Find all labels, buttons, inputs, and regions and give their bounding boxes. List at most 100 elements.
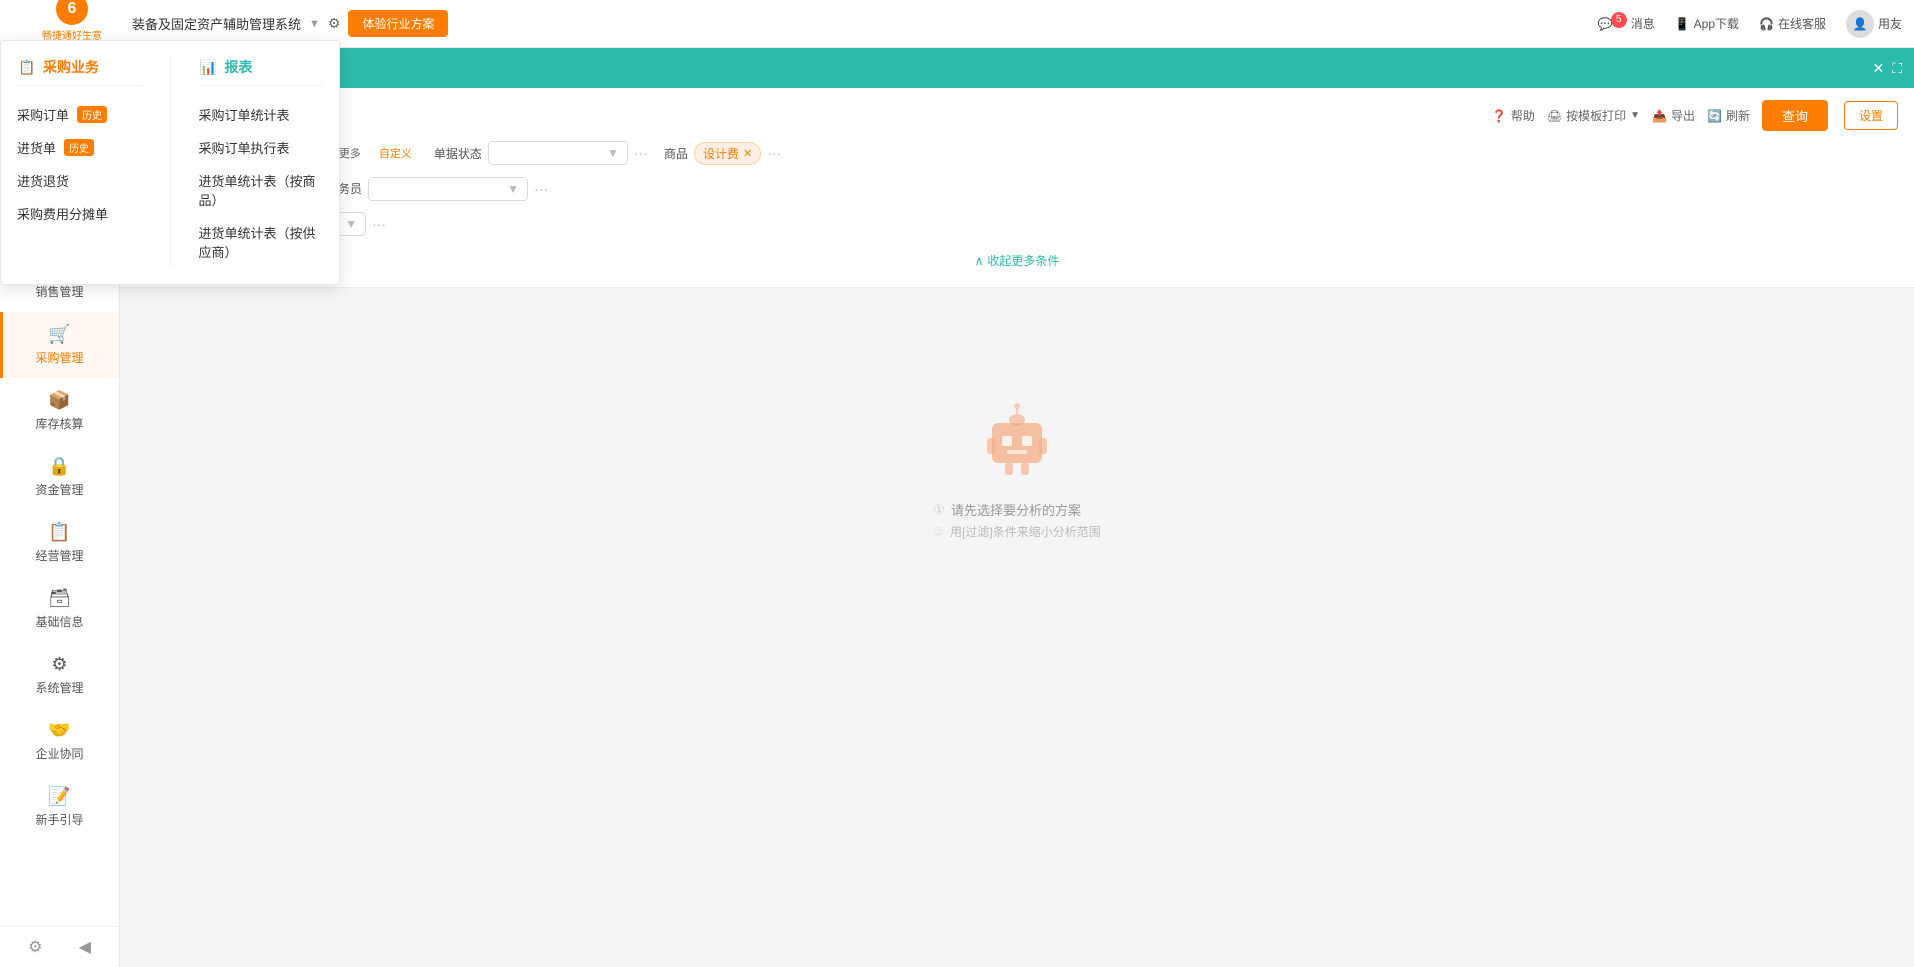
- sidebar-label-enterprise: 企业协同: [35, 745, 83, 762]
- user-avatar: 👤: [1846, 10, 1874, 38]
- query-button[interactable]: 查询: [1762, 100, 1828, 131]
- reports-col-icon: 📊: [199, 57, 219, 77]
- collapse-sidebar-btn[interactable]: ◀: [79, 937, 91, 957]
- commodity-tag[interactable]: 设计费 ✕: [694, 142, 761, 165]
- hint1-text: 请先选择要分析的方案: [951, 500, 1081, 519]
- refresh-icon: 🔄: [1707, 109, 1722, 123]
- hint1-circle: ①: [933, 502, 945, 518]
- settings-icon[interactable]: ⚙: [328, 15, 341, 32]
- empty-state: ① 请先选择要分析的方案 ② 用[过滤]条件来缩小分析范围: [120, 288, 1914, 640]
- dropdown-purchase-receipt[interactable]: 进货单 历史: [120, 131, 142, 164]
- tab-close-window-icon[interactable]: ✕: [1872, 60, 1884, 77]
- sidebar-item-guide[interactable]: 📝 新手引导: [0, 774, 119, 840]
- setting-button[interactable]: 设置: [1844, 101, 1898, 130]
- empty-state-icon: [967, 388, 1067, 488]
- export-action[interactable]: 📤 导出: [1652, 107, 1695, 124]
- industry-btn[interactable]: 体验行业方案: [348, 10, 448, 37]
- doc-status-dots[interactable]: ···: [634, 145, 648, 161]
- salesman-filter: 业务员 ▼ ···: [326, 177, 548, 201]
- filter-toolbar: ❓ 帮助 🖨 按模板打印 ▼ 📤 导出 🔄 刷新: [136, 100, 1898, 131]
- reports-col-title-text: 报表: [225, 57, 253, 77]
- dropdown-purchase-order-stat[interactable]: 采购订单统计表: [199, 98, 324, 131]
- collapse-conditions-btn[interactable]: ∧ 收起更多条件: [136, 246, 1898, 275]
- tab-controls: ✕ ⛶: [1860, 48, 1914, 88]
- refresh-action[interactable]: 🔄 刷新: [1707, 107, 1750, 124]
- commodity-dots[interactable]: ···: [767, 145, 781, 161]
- sidebar-label-operations: 经营管理: [35, 547, 83, 564]
- commodity-tag-close[interactable]: ✕: [743, 147, 752, 160]
- app-download-action[interactable]: 📱 App下载: [1675, 15, 1739, 32]
- help-action[interactable]: ❓ 帮助: [1492, 107, 1535, 124]
- reports-col-title: 📊 报表: [199, 57, 324, 86]
- print-arrow-icon: ▼: [1630, 110, 1640, 121]
- guide-icon: 📝: [48, 786, 70, 807]
- doc-status-select[interactable]: ▼: [488, 141, 628, 165]
- headset-icon: 🎧: [1759, 17, 1774, 31]
- sidebar-label-system: 系统管理: [35, 679, 83, 696]
- sidebar-item-finance[interactable]: 🔒 资金管理: [0, 444, 119, 510]
- dropdown-receipt-stat-supplier[interactable]: 进货单统计表（按供应商）: [199, 216, 324, 268]
- purchase-icon: 🛒: [48, 324, 70, 345]
- date-custom-btn[interactable]: 自定义: [373, 143, 418, 163]
- filter-row-2: 排名项目 金额 ▼ 业务员 ▼ ···: [136, 175, 1898, 202]
- sidebar-label-guide: 新手引导: [35, 811, 83, 828]
- dropdown-purchase-return[interactable]: 进货退货: [120, 164, 142, 197]
- sidebar-item-system[interactable]: ⚙ 系统管理: [0, 642, 119, 708]
- message-label: 消息: [1631, 15, 1655, 32]
- customer-dots[interactable]: ···: [372, 216, 386, 232]
- dropdown-purchase-order-exec[interactable]: 采购订单执行表: [199, 131, 324, 164]
- enterprise-icon: 🤝: [48, 720, 70, 741]
- help-label: 帮助: [1511, 107, 1535, 124]
- salesman-dots[interactable]: ···: [534, 181, 548, 197]
- sidebar-item-purchase[interactable]: 🛒 采购管理: [0, 312, 119, 378]
- basicinfo-icon: 🗃: [48, 588, 71, 609]
- dropdown-purchase-expense[interactable]: 采购费用分摊单: [120, 197, 142, 230]
- notification-action[interactable]: 💬 5 消息: [1598, 15, 1655, 32]
- sidebar-label-basicinfo: 基础信息: [35, 613, 83, 630]
- receipt-stat-product-label: 进货单统计表（按商品）: [199, 171, 324, 209]
- salesman-select[interactable]: ▼: [368, 177, 528, 201]
- sidebar-item-enterprise[interactable]: 🤝 企业协同: [0, 708, 119, 774]
- tab-maximize-icon[interactable]: ⛶: [1892, 60, 1902, 77]
- empty-hint-1: ① 请先选择要分析的方案: [933, 500, 1100, 519]
- help-icon: ❓: [1492, 109, 1507, 123]
- doc-status-arrow: ▼: [607, 146, 619, 160]
- dropdown-divider: [170, 57, 171, 268]
- empty-hint-2: ② 用[过滤]条件来缩小分析范围: [933, 523, 1100, 540]
- print-action[interactable]: 🖨 按模板打印 ▼: [1547, 107, 1640, 124]
- customer-arrow: ▼: [345, 217, 357, 231]
- dropdown-receipt-stat-product[interactable]: 进货单统计表（按商品）: [199, 164, 324, 216]
- dropdown-purchase-order[interactable]: 采购订单 历史: [120, 98, 142, 131]
- purchase-order-exec-label: 采购订单执行表: [199, 138, 290, 157]
- sidebar-bottom: ⚙ ◀: [0, 926, 119, 967]
- purchase-col-title: 📋 采购业务: [120, 57, 142, 86]
- sidebar-label-purchase: 采购管理: [35, 349, 83, 366]
- sidebar-item-operations[interactable]: 📋 经营管理: [0, 510, 119, 576]
- system-title: 装备及固定资产辅助管理系统: [132, 14, 301, 33]
- user-action[interactable]: 👤 用友: [1846, 10, 1902, 38]
- page-content: ❓ 帮助 🖨 按模板打印 ▼ 📤 导出 🔄 刷新: [120, 88, 1914, 967]
- inventory-icon: 📦: [48, 390, 70, 411]
- settings-bottom-icon[interactable]: ⚙: [28, 937, 42, 957]
- export-icon: 📤: [1652, 109, 1667, 123]
- sidebar-label-sales: 销售管理: [35, 283, 83, 300]
- mobile-icon: 📱: [1675, 17, 1690, 31]
- doc-status-label: 单据状态: [434, 145, 482, 162]
- system-title-area: 装备及固定资产辅助管理系统 ▼ ⚙ 体验行业方案: [132, 10, 1598, 37]
- sidebar-item-inventory[interactable]: 📦 库存核算: [0, 378, 119, 444]
- filter-row-3: 客户 ▼ ···: [136, 212, 1898, 236]
- app-download-label: App下载: [1694, 15, 1739, 32]
- finance-icon: 🔒: [48, 456, 70, 477]
- logo-icon: 6: [56, 0, 88, 25]
- commodity-label: 商品: [664, 145, 688, 162]
- dropdown-columns: 📋 采购业务 采购订单 历史 进货单 历史 进货退货: [120, 57, 323, 268]
- online-service-action[interactable]: 🎧 在线客服: [1759, 15, 1826, 32]
- title-dropdown-arrow[interactable]: ▼: [309, 18, 320, 30]
- filter-area: ❓ 帮助 🖨 按模板打印 ▼ 📤 导出 🔄 刷新: [120, 88, 1914, 288]
- filter-row-1: 2024-12-31 ~ 2024-12-31 7天 更多 自定义 单据状态: [136, 141, 1898, 165]
- sidebar-item-basicinfo[interactable]: 🗃 基础信息: [0, 576, 119, 642]
- collapse-label: 收起更多条件: [987, 252, 1059, 269]
- online-service-label: 在线客服: [1778, 15, 1826, 32]
- main-layout: 🔍 搜索菜单 🏠 快捷导航 📢 营销推广 📊 销售管理 🛒 采购管理 📦 库存核…: [0, 48, 1914, 967]
- empty-state-hints: ① 请先选择要分析的方案 ② 用[过滤]条件来缩小分析范围: [933, 500, 1100, 540]
